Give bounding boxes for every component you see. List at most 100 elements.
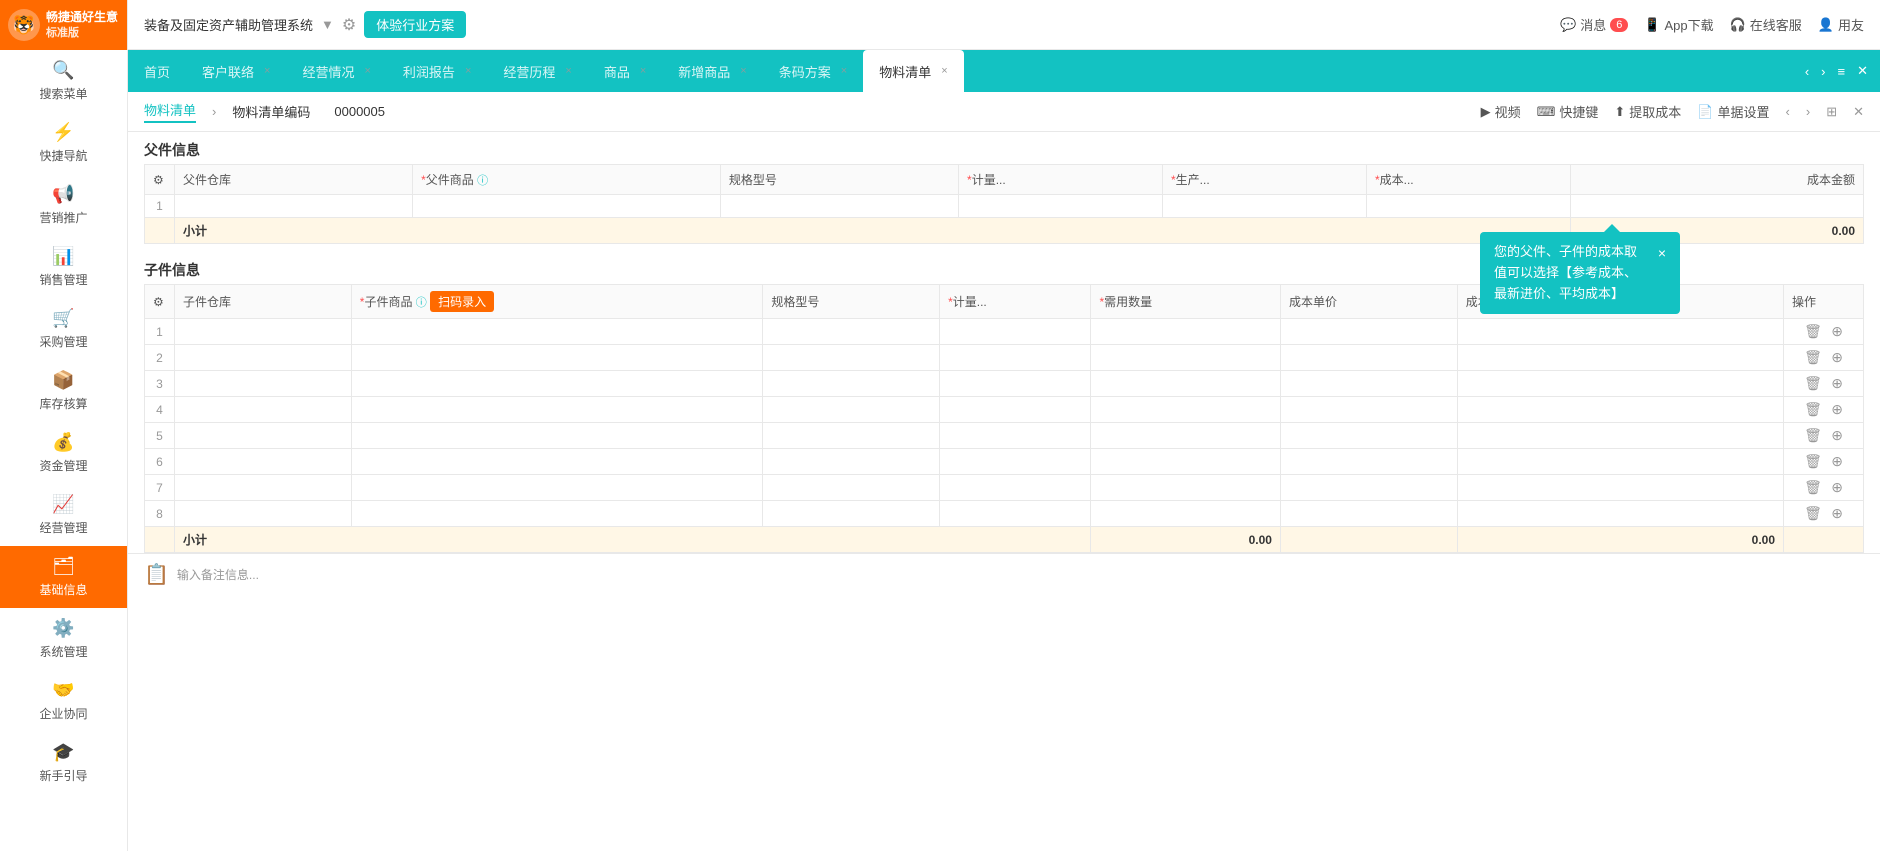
child-warehouse-2[interactable]	[175, 345, 352, 371]
child-cost-amount-8[interactable]	[1457, 501, 1783, 527]
tab-barcode[interactable]: 条码方案 ×	[763, 50, 863, 92]
child-spec-3[interactable]	[763, 371, 940, 397]
child-need-qty-4[interactable]	[1091, 397, 1280, 423]
child-product-3[interactable]	[351, 371, 763, 397]
sidebar-item-system[interactable]: ⚙️ 系统管理	[0, 608, 127, 670]
close-all-icon[interactable]: ✕	[1853, 63, 1872, 79]
tooltip-close-btn[interactable]: ×	[1658, 242, 1666, 264]
tab-new-product[interactable]: 新增商品 ×	[662, 50, 762, 92]
sidebar-item-basic-info[interactable]: 🗂 基础信息	[0, 546, 127, 608]
message-item[interactable]: 💬 消息 6	[1560, 15, 1628, 34]
sidebar-item-quicknav[interactable]: ⚡ 快捷导航	[0, 112, 127, 174]
sidebar-item-guide[interactable]: 🎓 新手引导	[0, 732, 127, 794]
child-unit-cost-2[interactable]	[1280, 345, 1457, 371]
nav-left-icon[interactable]: ‹	[1786, 104, 1790, 119]
sidebar-item-sales[interactable]: 📊 销售管理	[0, 236, 127, 298]
child-qty-unit-5[interactable]	[940, 423, 1091, 449]
child-warehouse-5[interactable]	[175, 423, 352, 449]
child-spec-1[interactable]	[763, 319, 940, 345]
child-product-5[interactable]	[351, 423, 763, 449]
child-product-8[interactable]	[351, 501, 763, 527]
child-product-4[interactable]	[351, 397, 763, 423]
tab-prev-icon[interactable]: ‹	[1801, 64, 1813, 79]
child-product-2[interactable]	[351, 345, 763, 371]
child-qty-unit-3[interactable]	[940, 371, 1091, 397]
tab-close-icon[interactable]: ×	[565, 65, 571, 77]
parent-production-cell[interactable]	[1163, 195, 1367, 218]
delete-icon[interactable]: 🗑	[1801, 479, 1825, 495]
grid-icon[interactable]: ⊞	[1826, 104, 1837, 120]
parent-cost-cell[interactable]	[1366, 195, 1570, 218]
delete-icon[interactable]: 🗑	[1801, 401, 1825, 417]
child-qty-unit-4[interactable]	[940, 397, 1091, 423]
child-need-qty-5[interactable]	[1091, 423, 1280, 449]
single-settings-btn[interactable]: 📄 单据设置	[1697, 102, 1769, 121]
tab-operations[interactable]: 经营情况 ×	[286, 50, 386, 92]
parent-product-cell[interactable]	[413, 195, 721, 218]
child-need-qty-2[interactable]	[1091, 345, 1280, 371]
sidebar-item-inventory[interactable]: 📦 库存核算	[0, 360, 127, 422]
settings-icon[interactable]: ⚙	[342, 15, 356, 35]
sidebar-item-search[interactable]: 🔍 搜索菜单	[0, 50, 127, 112]
parent-warehouse-cell[interactable]	[175, 195, 413, 218]
child-spec-8[interactable]	[763, 501, 940, 527]
child-warehouse-4[interactable]	[175, 397, 352, 423]
close-content-icon[interactable]: ✕	[1853, 104, 1864, 120]
copy-icon[interactable]: ⊕	[1828, 323, 1846, 339]
child-spec-4[interactable]	[763, 397, 940, 423]
child-qty-unit-8[interactable]	[940, 501, 1091, 527]
system-dropdown-icon[interactable]: ▼	[321, 17, 334, 32]
app-download-item[interactable]: 📱 App下载	[1644, 15, 1713, 34]
delete-icon[interactable]: 🗑	[1801, 505, 1825, 521]
child-cost-amount-2[interactable]	[1457, 345, 1783, 371]
child-unit-cost-1[interactable]	[1280, 319, 1457, 345]
extract-cost-btn[interactable]: ⬆ 提取成本	[1614, 102, 1681, 121]
child-need-qty-3[interactable]	[1091, 371, 1280, 397]
copy-icon[interactable]: ⊕	[1828, 427, 1846, 443]
child-warehouse-7[interactable]	[175, 475, 352, 501]
child-cost-amount-3[interactable]	[1457, 371, 1783, 397]
breadcrumb-bom[interactable]: 物料清单	[144, 100, 196, 123]
child-need-qty-8[interactable]	[1091, 501, 1280, 527]
child-warehouse-8[interactable]	[175, 501, 352, 527]
tab-close-icon[interactable]: ×	[264, 65, 270, 77]
child-product-6[interactable]	[351, 449, 763, 475]
child-qty-unit-7[interactable]	[940, 475, 1091, 501]
scan-btn[interactable]: 扫码录入	[430, 291, 494, 312]
shortcut-btn[interactable]: ⌨ 快捷键	[1537, 102, 1599, 121]
child-qty-unit-1[interactable]	[940, 319, 1091, 345]
copy-icon[interactable]: ⊕	[1828, 453, 1846, 469]
copy-icon[interactable]: ⊕	[1828, 349, 1846, 365]
delete-icon[interactable]: 🗑	[1801, 427, 1825, 443]
tab-close-icon[interactable]: ×	[941, 65, 947, 77]
child-cost-amount-5[interactable]	[1457, 423, 1783, 449]
child-qty-unit-6[interactable]	[940, 449, 1091, 475]
child-unit-cost-6[interactable]	[1280, 449, 1457, 475]
tab-close-icon[interactable]: ×	[640, 65, 646, 77]
child-spec-2[interactable]	[763, 345, 940, 371]
tab-close-icon[interactable]: ×	[465, 65, 471, 77]
child-unit-cost-7[interactable]	[1280, 475, 1457, 501]
tab-product[interactable]: 商品 ×	[588, 50, 662, 92]
parent-qty-cell[interactable]	[959, 195, 1163, 218]
tab-profit[interactable]: 利润报告 ×	[387, 50, 487, 92]
child-spec-6[interactable]	[763, 449, 940, 475]
online-service-item[interactable]: 🎧 在线客服	[1730, 15, 1802, 34]
child-qty-unit-2[interactable]	[940, 345, 1091, 371]
sidebar-item-finance[interactable]: 💰 资金管理	[0, 422, 127, 484]
tab-close-icon[interactable]: ×	[364, 65, 370, 77]
delete-icon[interactable]: 🗑	[1801, 323, 1825, 339]
child-spec-5[interactable]	[763, 423, 940, 449]
tab-close-icon[interactable]: ×	[740, 65, 746, 77]
user-item[interactable]: 👤 用友	[1818, 15, 1864, 34]
copy-icon[interactable]: ⊕	[1828, 401, 1846, 417]
tab-next-icon[interactable]: ›	[1817, 64, 1829, 79]
child-need-qty-6[interactable]	[1091, 449, 1280, 475]
child-need-qty-1[interactable]	[1091, 319, 1280, 345]
child-cost-amount-6[interactable]	[1457, 449, 1783, 475]
parent-spec-cell[interactable]	[720, 195, 958, 218]
child-spec-7[interactable]	[763, 475, 940, 501]
sidebar-item-collaboration[interactable]: 🤝 企业协同	[0, 670, 127, 732]
child-cost-amount-4[interactable]	[1457, 397, 1783, 423]
child-unit-cost-5[interactable]	[1280, 423, 1457, 449]
